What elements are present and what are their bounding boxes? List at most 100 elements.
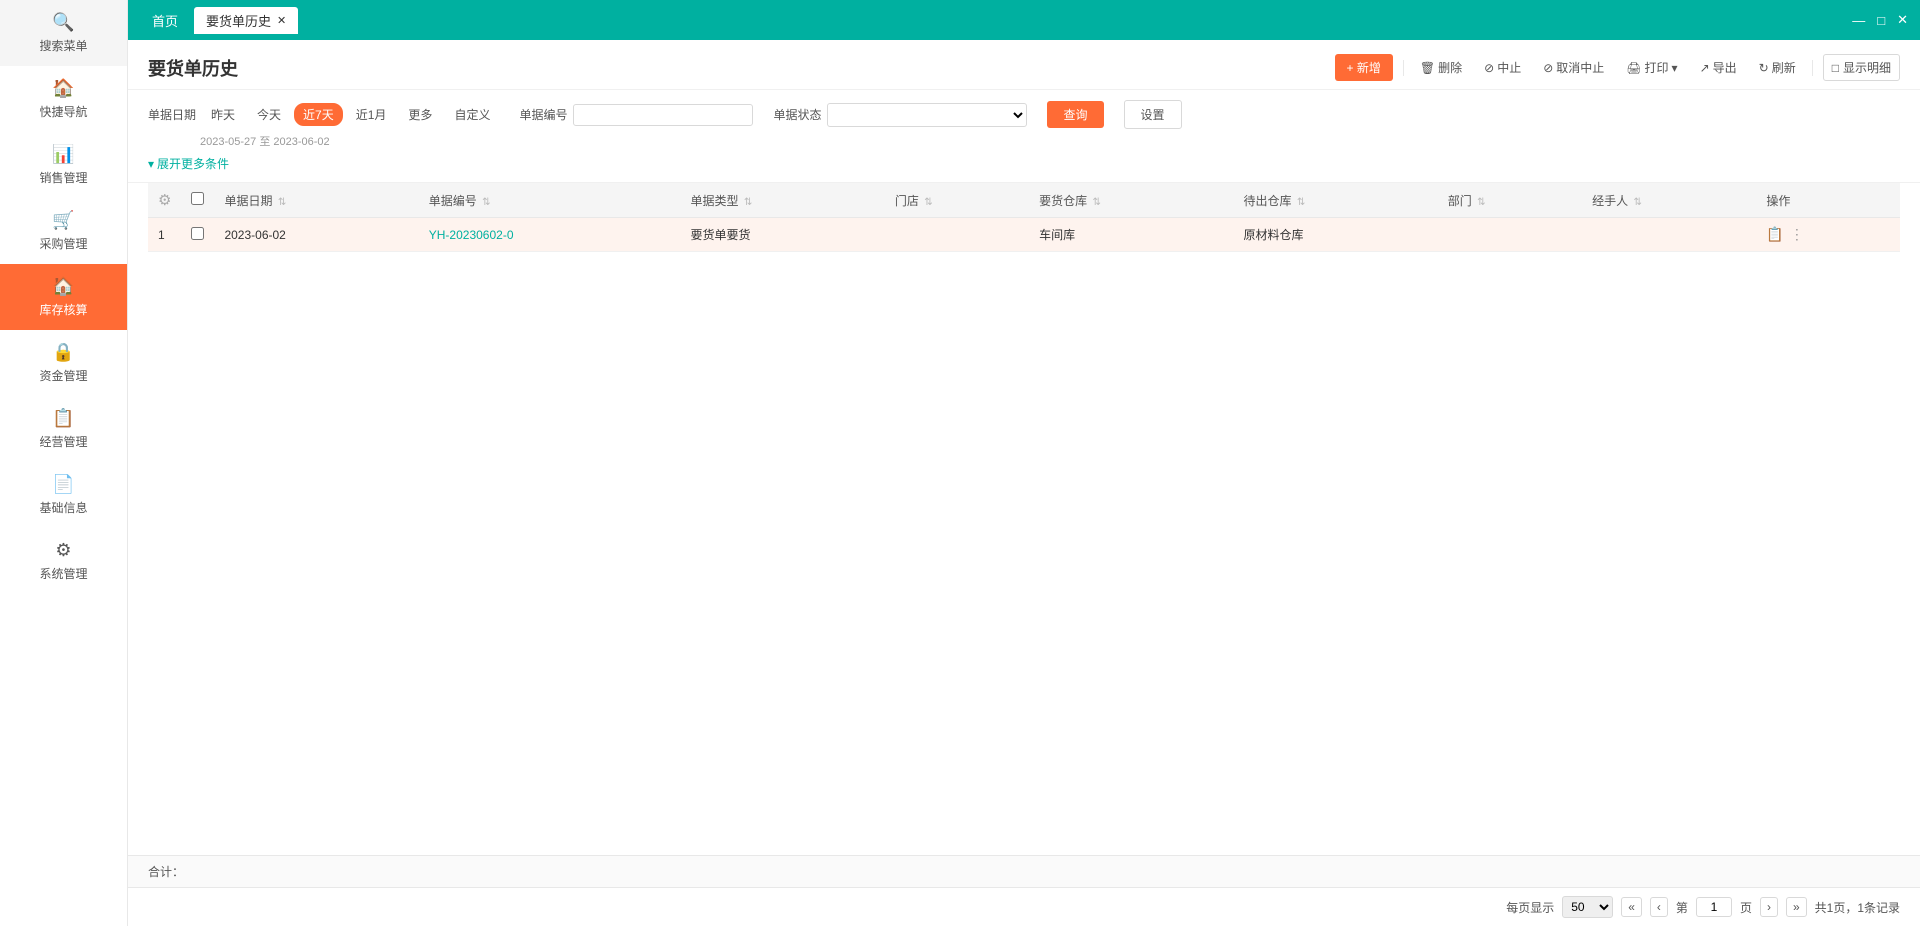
window-minimize-icon[interactable]: — bbox=[1852, 13, 1865, 28]
sidebar-item-label: 库存核算 bbox=[39, 301, 87, 318]
row-select-checkbox[interactable] bbox=[191, 227, 204, 240]
date-btn-yesterday[interactable]: 昨天 bbox=[202, 103, 244, 126]
row-store bbox=[885, 218, 1029, 252]
sidebar-item-label: 快捷导航 bbox=[39, 103, 87, 120]
expand-filter-button[interactable]: ▾ 展开更多条件 bbox=[148, 155, 1900, 172]
export-button[interactable]: ↗ 导出 bbox=[1694, 55, 1743, 80]
settings-button[interactable]: 设置 bbox=[1124, 100, 1182, 129]
content-area: 要货单历史 + 新增 🗑 删除 ⊘ 中止 ⊘ 取消中止 🖨 打 bbox=[128, 40, 1920, 926]
col-pending-warehouse: 待出仓库 ⇅ bbox=[1233, 183, 1437, 218]
next-page-button[interactable]: › bbox=[1760, 897, 1778, 917]
row-checkbox bbox=[181, 218, 214, 252]
row-pending-warehouse: 原材料仓库 bbox=[1233, 218, 1437, 252]
date-btn-7days[interactable]: 近7天 bbox=[294, 103, 343, 126]
tab-home[interactable]: 首页 bbox=[140, 7, 190, 34]
delete-button[interactable]: 🗑 删除 bbox=[1414, 55, 1468, 80]
col-checkbox bbox=[181, 183, 214, 218]
display-detail-button[interactable]: □ 显示明细 bbox=[1823, 54, 1900, 81]
filter-date-label: 单据日期 bbox=[148, 106, 196, 123]
sort-store-icon[interactable]: ⇅ bbox=[924, 197, 932, 208]
first-page-button[interactable]: « bbox=[1621, 897, 1642, 917]
date-btn-custom[interactable]: 自定义 bbox=[445, 103, 499, 126]
new-button[interactable]: + 新增 bbox=[1335, 54, 1393, 81]
stop-button[interactable]: ⊘ 中止 bbox=[1478, 55, 1527, 80]
row-doc-type: 要货单要货 bbox=[681, 218, 885, 252]
toolbar: + 新增 🗑 删除 ⊘ 中止 ⊘ 取消中止 🖨 打印 ▾ bbox=[1335, 54, 1900, 81]
sidebar-item-finance[interactable]: 🔒 资金管理 bbox=[0, 330, 127, 396]
main-table: ⚙ 单据日期 ⇅ 单据编号 ⇅ bbox=[148, 183, 1900, 252]
date-btn-1month[interactable]: 近1月 bbox=[347, 103, 396, 126]
sort-req-warehouse-icon[interactable]: ⇅ bbox=[1093, 197, 1101, 208]
row-doc-date: 2023-06-02 bbox=[214, 218, 418, 252]
search-menu-icon: 🔍 bbox=[52, 12, 74, 33]
sidebar-item-system[interactable]: ⚙ 系统管理 bbox=[0, 528, 127, 594]
status-select[interactable] bbox=[827, 103, 1027, 127]
tab-home-label: 首页 bbox=[152, 11, 178, 30]
tab-requisition-history-label: 要货单历史 bbox=[206, 11, 271, 30]
print-button[interactable]: 🖨 打印 ▾ bbox=[1620, 55, 1683, 80]
sidebar-item-label: 搜索菜单 bbox=[39, 37, 87, 54]
row-edit-icon[interactable]: 📋 bbox=[1766, 226, 1783, 243]
sidebar: 🔍 搜索菜单 🏠 快捷导航 📊 销售管理 🛒 采购管理 🏠 库存核算 🔒 资金管… bbox=[0, 0, 128, 926]
action-icons: 📋 ⋮ bbox=[1766, 226, 1890, 243]
sidebar-item-purchase[interactable]: 🛒 采购管理 bbox=[0, 198, 127, 264]
filter-date: 单据日期 昨天 今天 近7天 近1月 更多 自定义 bbox=[148, 103, 499, 126]
doc-no-input[interactable] bbox=[573, 104, 753, 126]
sidebar-item-basic-info[interactable]: 📄 基础信息 bbox=[0, 462, 127, 528]
col-handler: 经手人 ⇅ bbox=[1582, 183, 1756, 218]
filter-status: 单据状态 bbox=[773, 103, 1027, 127]
col-settings: ⚙ bbox=[148, 183, 181, 218]
date-btn-today[interactable]: 今天 bbox=[248, 103, 290, 126]
refresh-icon: ↻ bbox=[1759, 61, 1769, 75]
date-buttons: 昨天 今天 近7天 近1月 更多 自定义 bbox=[202, 103, 499, 126]
sidebar-item-search-menu[interactable]: 🔍 搜索菜单 bbox=[0, 0, 127, 66]
page-suffix: 页 bbox=[1740, 899, 1752, 916]
doc-no-link[interactable]: YH-20230602-0 bbox=[429, 228, 514, 242]
cancel-stop-icon: ⊘ bbox=[1543, 61, 1553, 75]
main-area: 首页 要货单历史 ✕ — □ ✕ 要货单历史 + 新增 🗑 删除 ⊘ bbox=[128, 0, 1920, 926]
page-label: 第 bbox=[1676, 899, 1688, 916]
quick-nav-icon: 🏠 bbox=[52, 78, 74, 99]
refresh-button[interactable]: ↻ 刷新 bbox=[1753, 55, 1802, 80]
sidebar-item-quick-nav[interactable]: 🏠 快捷导航 bbox=[0, 66, 127, 132]
row-more-icon[interactable]: ⋮ bbox=[1790, 226, 1804, 243]
col-req-warehouse: 要货仓库 ⇅ bbox=[1029, 183, 1233, 218]
sidebar-item-inventory[interactable]: 🏠 库存核算 bbox=[0, 264, 127, 330]
sort-doc-no-icon[interactable]: ⇅ bbox=[482, 197, 490, 208]
sort-doc-date-icon[interactable]: ⇅ bbox=[278, 197, 286, 208]
system-icon: ⚙ bbox=[55, 540, 71, 561]
window-close-icon[interactable]: ✕ bbox=[1897, 12, 1908, 28]
col-store: 门店 ⇅ bbox=[885, 183, 1029, 218]
sidebar-item-operations[interactable]: 📋 经营管理 bbox=[0, 396, 127, 462]
sort-doc-type-icon[interactable]: ⇅ bbox=[744, 197, 752, 208]
select-all-checkbox[interactable] bbox=[191, 192, 204, 205]
cancel-stop-button[interactable]: ⊘ 取消中止 bbox=[1537, 55, 1610, 80]
filter-doc-no: 单据编号 bbox=[519, 104, 753, 126]
window-maximize-icon[interactable]: □ bbox=[1877, 13, 1885, 28]
query-button[interactable]: 查询 bbox=[1047, 101, 1103, 128]
filter-doc-no-label: 单据编号 bbox=[519, 106, 567, 123]
page-size-select[interactable]: 20 50 100 200 bbox=[1562, 896, 1613, 918]
tab-requisition-history[interactable]: 要货单历史 ✕ bbox=[194, 7, 298, 34]
sort-handler-icon[interactable]: ⇅ bbox=[1633, 197, 1641, 208]
row-req-warehouse: 车间库 bbox=[1029, 218, 1233, 252]
tab-close-icon[interactable]: ✕ bbox=[277, 14, 286, 27]
toolbar-divider-2 bbox=[1812, 60, 1813, 76]
summary-label: 合计： bbox=[148, 863, 184, 880]
date-btn-more[interactable]: 更多 bbox=[399, 103, 441, 126]
column-settings-icon[interactable]: ⚙ bbox=[158, 192, 171, 209]
sort-department-icon[interactable]: ⇅ bbox=[1477, 197, 1485, 208]
col-doc-date: 单据日期 ⇅ bbox=[214, 183, 418, 218]
sidebar-item-sales[interactable]: 📊 销售管理 bbox=[0, 132, 127, 198]
sidebar-item-label: 经营管理 bbox=[39, 433, 87, 450]
page-size-label: 每页显示 bbox=[1506, 899, 1554, 916]
sidebar-item-label: 采购管理 bbox=[39, 235, 87, 252]
pagination: 每页显示 20 50 100 200 « ‹ 第 页 › » 共1页，1条记录 bbox=[128, 887, 1920, 926]
page-number-input[interactable] bbox=[1696, 897, 1732, 917]
date-range-display: 2023-05-27 至 2023-06-02 bbox=[200, 136, 330, 148]
table-footer: 合计： bbox=[128, 855, 1920, 887]
prev-page-button[interactable]: ‹ bbox=[1650, 897, 1668, 917]
sort-pending-warehouse-icon[interactable]: ⇅ bbox=[1297, 197, 1305, 208]
table-header-row: ⚙ 单据日期 ⇅ 单据编号 ⇅ bbox=[148, 183, 1900, 218]
last-page-button[interactable]: » bbox=[1786, 897, 1807, 917]
